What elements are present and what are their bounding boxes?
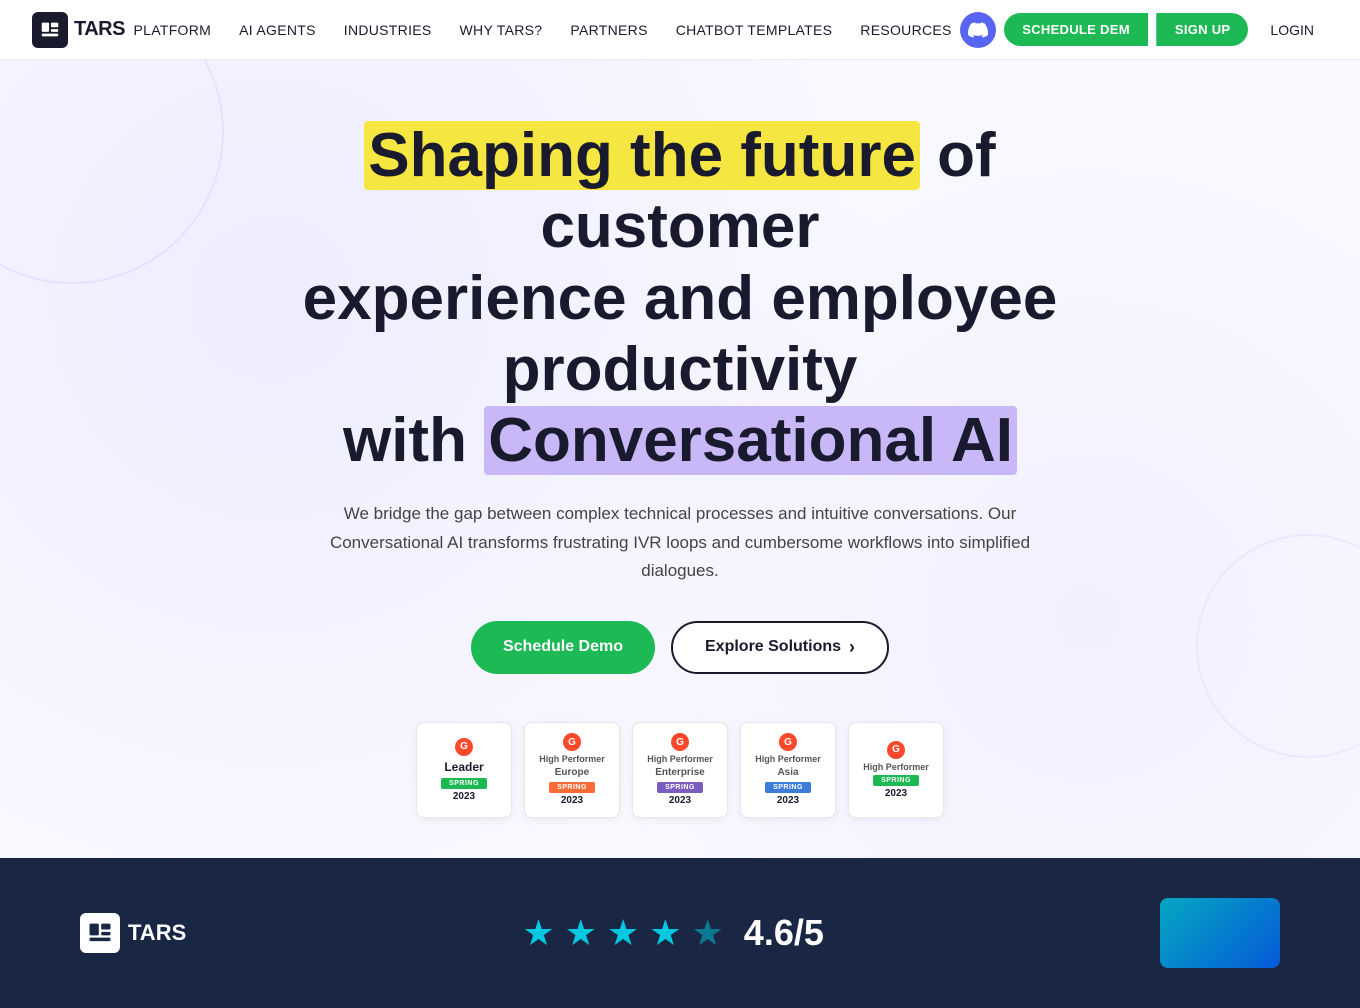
badge-sub-asia: Asia [777,767,798,778]
badge-title-asia: High Performer [755,754,821,765]
nav-chatbot-templates[interactable]: CHATBOT TEMPLATES [676,22,833,38]
navbar: TARS PLATFORM AI AGENTS INDUSTRIES WHY T… [0,0,1360,60]
hero-subtitle: We bridge the gap between complex techni… [320,500,1040,584]
badge-sub-enterprise: Enterprise [655,767,704,778]
bottom-logo-icon [80,913,120,953]
g2-badge-spring: G High Performer SPRING 2023 [848,722,944,818]
nav-right: SCHEDULE DEM SIGN UP LOGIN [960,12,1328,48]
g2-badge-leader: G Leader SPRING 2023 [416,722,512,818]
hero-title: Shaping the future of customer experienc… [230,120,1130,476]
rating-value: 4.6/5 [744,912,824,954]
badge-title-enterprise: High Performer [647,754,713,765]
star-2: ★ [565,912,597,954]
logo-link[interactable]: TARS [32,12,125,48]
badge-title-europe: High Performer [539,754,605,765]
g2-logo-5: G [887,741,905,759]
star-1: ★ [522,912,554,954]
title-part4: with [343,406,467,475]
g2-badge-europe: G High Performer Europe SPRING 2023 [524,722,620,818]
badge-year-spring: 2023 [885,788,907,799]
badge-ribbon-spring: SPRING [873,775,919,786]
nav-links: PLATFORM AI AGENTS INDUSTRIES WHY TARS? … [134,22,952,38]
badge-type-leader: Leader [444,761,483,774]
badge-ribbon-spring-leader: SPRING [441,778,487,789]
nav-ai-agents[interactable]: AI AGENTS [239,22,316,38]
badge-year-enterprise: 2023 [669,795,691,806]
badge-title-spring: High Performer [863,762,929,773]
nav-industries[interactable]: INDUSTRIES [344,22,432,38]
g2-badge-asia: G High Performer Asia SPRING 2023 [740,722,836,818]
schedule-demo-button[interactable]: SCHEDULE DEM [1004,13,1148,46]
g2-logo-4: G [779,733,797,751]
nav-why-tars[interactable]: WHY TARS? [460,22,543,38]
g2-badges: G Leader SPRING 2023 G High Performer Eu… [416,722,944,818]
g2-logo-3: G [671,733,689,751]
bottom-right-graphic [1160,898,1280,968]
logo-text: TARS [74,18,125,41]
hero-buttons: Schedule Demo Explore Solutions › [471,621,889,674]
badge-year-asia: 2023 [777,795,799,806]
login-button[interactable]: LOGIN [1256,13,1328,47]
g2-logo: G [455,738,473,756]
explore-label: Explore Solutions [705,638,841,656]
g2-badge-enterprise: G High Performer Enterprise SPRING 2023 [632,722,728,818]
title-highlight-2: Conversational AI [484,406,1017,475]
stars-rating: ★ ★ ★ ★ ★ 4.6/5 [522,912,823,954]
schedule-demo-cta[interactable]: Schedule Demo [471,621,655,674]
badge-sub-europe: Europe [555,767,589,778]
badge-ribbon-europe: SPRING [549,782,595,793]
badge-year-leader: 2023 [453,791,475,802]
explore-solutions-cta[interactable]: Explore Solutions › [671,621,889,674]
title-part3: experience and employee productivity [303,264,1058,404]
signup-button[interactable]: SIGN UP [1156,13,1249,46]
chevron-right-icon: › [849,637,855,658]
g2-logo-2: G [563,733,581,751]
bottom-logo-text: TARS [128,920,186,946]
hero-section: Shaping the future of customer experienc… [0,60,1360,858]
star-half: ★ [692,912,724,954]
discord-icon[interactable] [960,12,996,48]
badge-ribbon-enterprise: SPRING [657,782,703,793]
star-3: ★ [607,912,639,954]
star-4: ★ [649,912,681,954]
nav-partners[interactable]: PARTNERS [570,22,647,38]
badge-year-europe: 2023 [561,795,583,806]
nav-resources[interactable]: RESOURCES [860,22,951,38]
title-highlight-1: Shaping the future [364,121,920,190]
logo-icon [32,12,68,48]
badge-ribbon-asia: SPRING [765,782,811,793]
nav-platform[interactable]: PLATFORM [134,22,212,38]
bottom-logo: TARS [80,913,186,953]
bottom-section: TARS ★ ★ ★ ★ ★ 4.6/5 [0,858,1360,1008]
